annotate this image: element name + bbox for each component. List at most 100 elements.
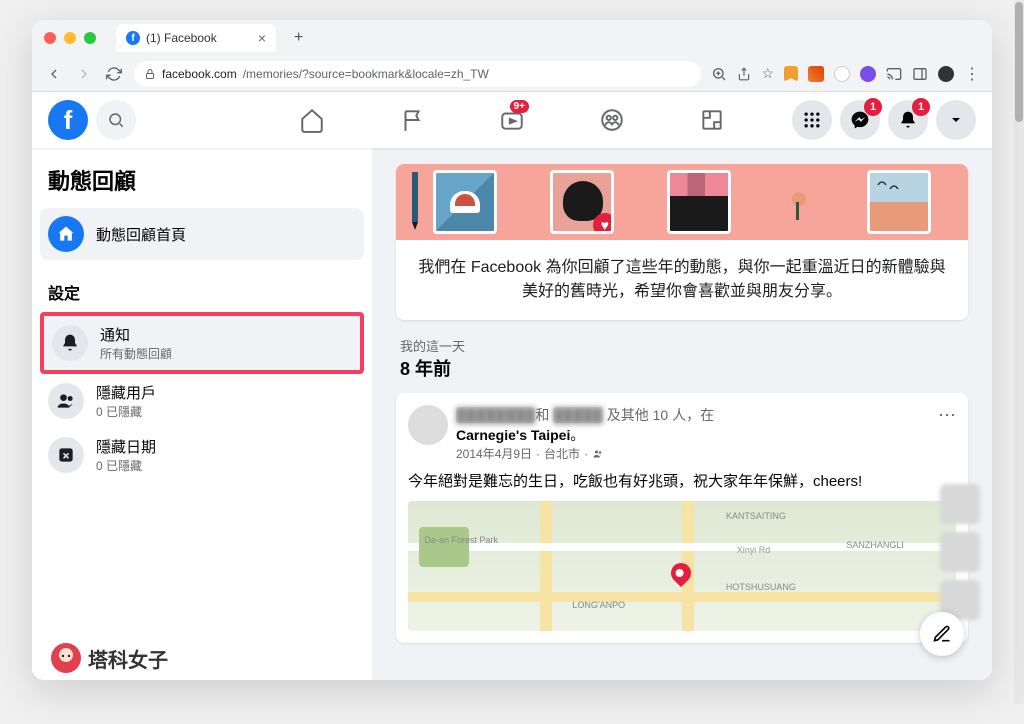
home-icon-wrap [48, 216, 84, 252]
header-actions: 1 1 [792, 100, 976, 140]
nav-home[interactable] [267, 96, 357, 144]
sidebar-item-hidden-dates[interactable]: 隱藏日期 0 已隱藏 [40, 428, 364, 482]
url-domain: facebook.com [162, 67, 237, 81]
browser-tab[interactable]: f (1) Facebook × [116, 24, 276, 52]
memories-hero-card: ♥ 我們在 Facebook 為你回顧了這些年的動態，與你一起重溫近日的新體驗與… [396, 164, 968, 320]
item-sub: 0 已隱藏 [96, 403, 156, 420]
tab-close-icon[interactable]: × [258, 30, 266, 46]
nav-groups[interactable] [567, 96, 657, 144]
calendar-x-icon [56, 445, 76, 465]
menu-button[interactable] [792, 100, 832, 140]
friends-privacy-icon [592, 448, 604, 460]
bell-icon [60, 333, 80, 353]
sidebar-item-notifications[interactable]: 通知 所有動態回顧 [40, 312, 364, 374]
facebook-favicon-icon: f [126, 31, 140, 45]
browser-menu-icon[interactable]: ⋮ [964, 64, 980, 84]
sidebar-title: 動態回顧 [40, 164, 364, 208]
section-header: 我的這一天 8 年前 [396, 336, 968, 385]
flower-decoration-icon [784, 182, 814, 222]
window-minimize[interactable] [64, 32, 76, 44]
search-icon [107, 111, 125, 129]
map-label: Xinyi Rd [737, 545, 771, 555]
compose-icon [932, 624, 952, 644]
item-label: 通知 [100, 324, 172, 345]
compose-button[interactable] [920, 612, 964, 656]
account-button[interactable] [936, 100, 976, 140]
extension-icon[interactable] [808, 66, 824, 82]
hero-banner: ♥ [396, 164, 968, 240]
reload-button[interactable] [104, 64, 124, 84]
left-sidebar: 動態回顧 動態回顧首頁 設定 通知 所有動態回顧 [32, 148, 372, 680]
sidebar-home-label: 動態回顧首頁 [96, 224, 186, 245]
url-path: /memories/?source=bookmark&locale=zh_TW [243, 67, 489, 81]
content-area: 動態回顧 動態回顧首頁 設定 通知 所有動態回顧 [32, 148, 992, 680]
new-tab-button[interactable]: + [294, 29, 303, 47]
url-input[interactable]: facebook.com/memories/?source=bookmark&l… [134, 61, 701, 87]
notifications-badge: 1 [912, 98, 930, 116]
pencil-decoration-icon [402, 172, 432, 232]
house-icon [56, 224, 76, 244]
profile-avatar-icon[interactable] [938, 66, 954, 82]
browser-window: f (1) Facebook × + facebook.com/memories… [32, 20, 992, 680]
post-avatar[interactable] [408, 405, 448, 445]
section-title: 8 年前 [400, 355, 964, 381]
banner-photo [867, 170, 931, 234]
main-column: ♥ 我們在 Facebook 為你回顧了這些年的動態，與你一起重溫近日的新體驗與… [372, 148, 992, 680]
extension-icon[interactable] [860, 66, 876, 82]
gaming-icon [699, 107, 725, 133]
messenger-button[interactable]: 1 [840, 100, 880, 140]
sidebar-item-hidden-users[interactable]: 隱藏用戶 0 已隱藏 [40, 374, 364, 428]
item-label: 隱藏用戶 [96, 382, 156, 403]
nav-gaming[interactable] [667, 96, 757, 144]
banner-photo: ♥ [550, 170, 614, 234]
cast-icon[interactable] [886, 66, 902, 82]
home-icon [299, 107, 325, 133]
sidepanel-icon[interactable] [912, 66, 928, 82]
groups-icon [599, 107, 625, 133]
forward-button[interactable] [74, 64, 94, 84]
item-icon-wrap [52, 325, 88, 361]
item-label: 隱藏日期 [96, 436, 156, 457]
author-name-blurred: ████████ [456, 407, 535, 423]
window-close[interactable] [44, 32, 56, 44]
nav-watch[interactable]: 9+ [467, 96, 557, 144]
post-place[interactable]: Carnegie's Taipei [456, 427, 570, 443]
chevron-down-icon [948, 112, 964, 128]
post-date: 2014年4月9日 · 台北市 · [456, 445, 930, 462]
watermark: 塔科女子 [50, 642, 168, 674]
notifications-button[interactable]: 1 [888, 100, 928, 140]
window-maximize[interactable] [84, 32, 96, 44]
extension-icon[interactable] [834, 66, 850, 82]
item-sub: 所有動態回顧 [100, 345, 172, 362]
post-map[interactable]: Da-an Forest Park LONG'ANPO KANTSAITING … [408, 501, 956, 631]
people-icon [56, 391, 76, 411]
post-more-button[interactable]: ⋯ [938, 405, 956, 426]
map-label: LONG'ANPO [572, 600, 625, 610]
tagged-name-blurred: █████ [553, 407, 603, 423]
grid-menu-icon [802, 110, 822, 130]
star-icon[interactable]: ☆ [761, 65, 774, 82]
watch-badge: 9+ [510, 100, 529, 113]
zoom-icon[interactable] [711, 66, 727, 82]
heart-icon: ♥ [593, 213, 614, 234]
addressbar: facebook.com/memories/?source=bookmark&l… [32, 56, 992, 92]
share-icon[interactable] [737, 67, 751, 81]
facebook-logo[interactable]: f [48, 100, 88, 140]
nav-pages[interactable] [367, 96, 457, 144]
watermark-text: 塔科女子 [88, 644, 168, 673]
post-author-line: ████████和 █████ 及其他 10 人，在 [456, 405, 930, 425]
search-button[interactable] [96, 100, 136, 140]
chat-contact[interactable] [940, 532, 980, 572]
window-controls [44, 32, 96, 44]
section-subtitle: 我的這一天 [400, 336, 964, 355]
map-label: HOTSHUSUANG [726, 582, 796, 592]
banner-photo [433, 170, 497, 234]
chat-contact[interactable] [940, 484, 980, 524]
sidebar-home-button[interactable]: 動態回顧首頁 [40, 208, 364, 260]
flag-icon [399, 107, 425, 133]
extension-icon[interactable] [784, 66, 798, 82]
back-button[interactable] [44, 64, 64, 84]
top-nav: 9+ [267, 96, 757, 144]
map-label: SANZHANGLI [846, 540, 904, 550]
map-label: Da-an Forest Park [424, 535, 498, 545]
